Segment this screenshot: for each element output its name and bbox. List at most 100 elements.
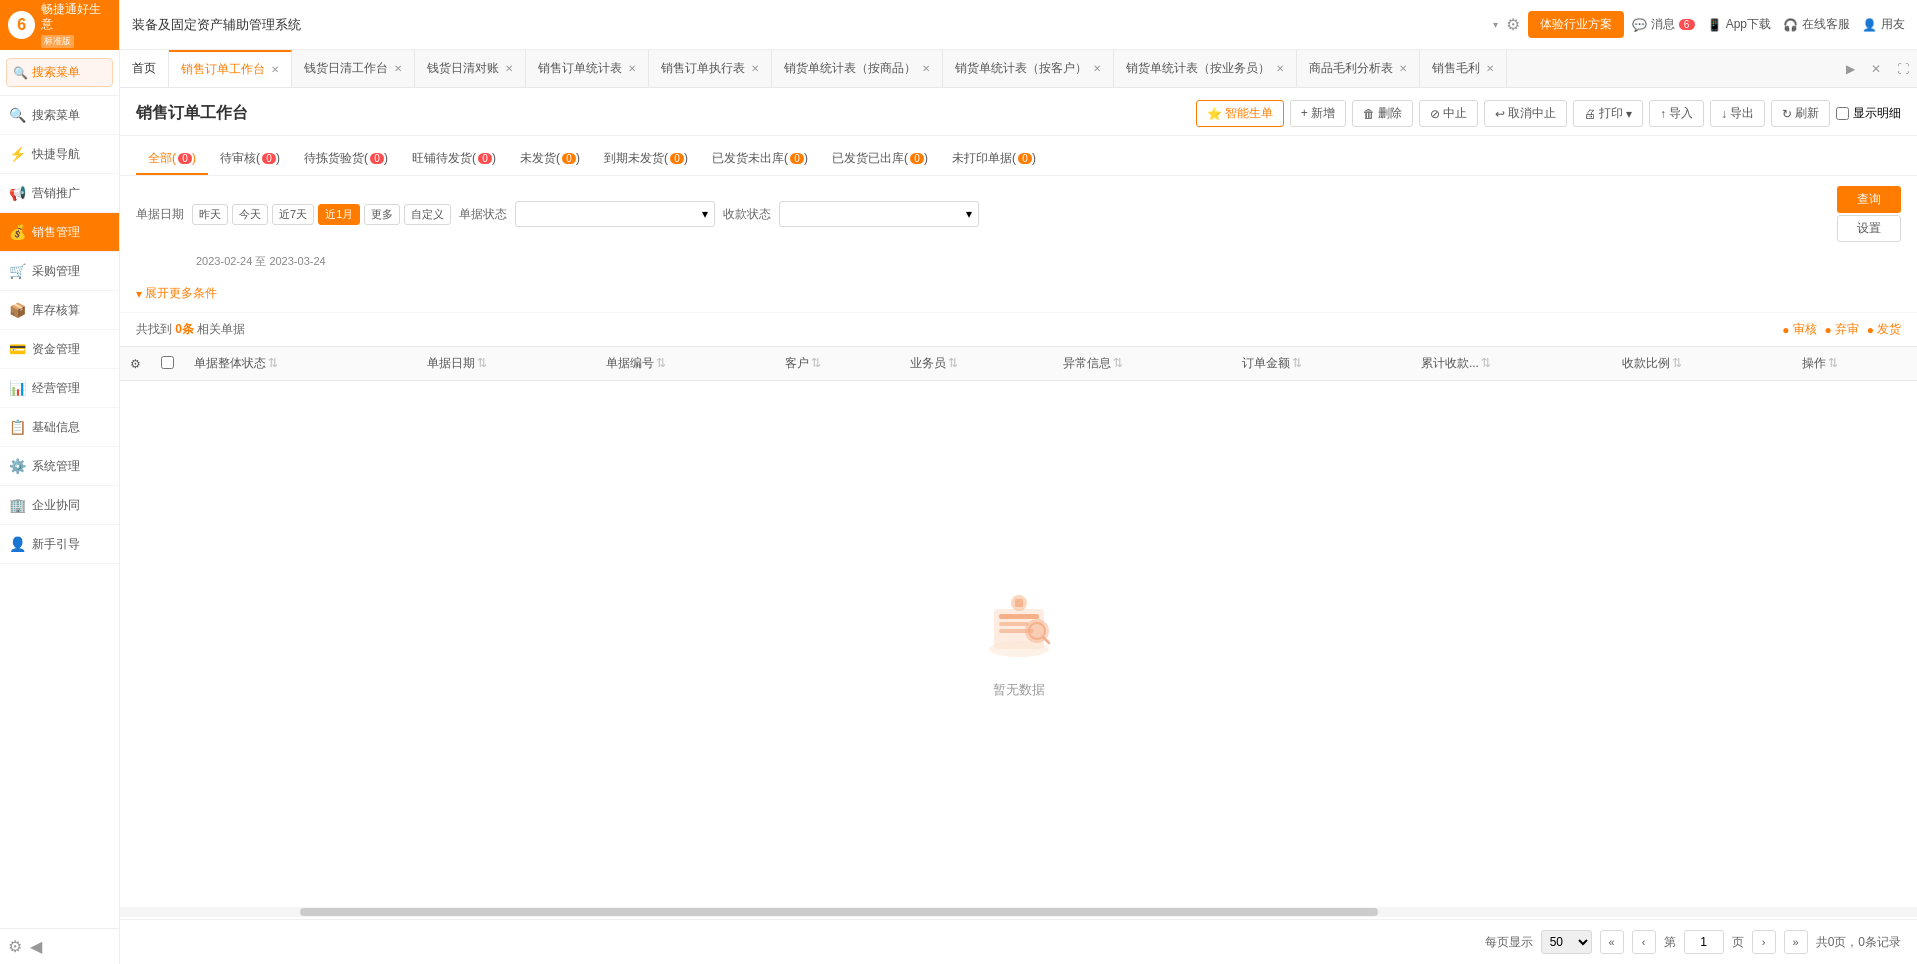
sub-tab-not-shipped[interactable]: 未发货(0): [508, 144, 592, 175]
tab-maximize-btn[interactable]: ⛶: [1889, 50, 1917, 88]
import-btn[interactable]: ↑ 导入: [1649, 100, 1704, 127]
tab-sales-summary-staff[interactable]: 销货单统计表（按业务员）✕: [1114, 50, 1297, 88]
sub-tab-all[interactable]: 全部(0): [136, 144, 208, 175]
sidebar-item-quick-nav[interactable]: ⚡快捷导航: [0, 135, 119, 174]
sort-icon-number[interactable]: ⇅: [656, 356, 666, 370]
tab-sales-profit[interactable]: 销售毛利✕: [1420, 50, 1507, 88]
sort-icon-amount[interactable]: ⇅: [1292, 356, 1302, 370]
sidebar-item-enterprise[interactable]: 🏢企业协同: [0, 486, 119, 525]
page-input[interactable]: [1684, 930, 1724, 954]
sort-icon-status[interactable]: ⇅: [268, 356, 278, 370]
show-detail-checkbox[interactable]: [1836, 107, 1849, 120]
sidebar-item-newbie[interactable]: 👤新手引导: [0, 525, 119, 564]
sub-tab-wangpu-pending[interactable]: 旺铺待发货(0): [400, 144, 508, 175]
col-checkbox[interactable]: [151, 347, 184, 381]
system-dropdown-arrow[interactable]: ▾: [1493, 19, 1498, 30]
tab-close-sales-summary-product[interactable]: ✕: [922, 63, 930, 74]
select-all-checkbox[interactable]: [161, 356, 174, 369]
sub-tab-expired-not-shipped[interactable]: 到期未发货(0): [592, 144, 700, 175]
status-select[interactable]: ▾: [515, 201, 715, 227]
date-quick-btn-昨天[interactable]: 昨天: [192, 204, 228, 225]
horizontal-scrollbar[interactable]: [120, 907, 1917, 917]
tab-cash-reconcile[interactable]: 钱货日清对账✕: [415, 50, 526, 88]
sub-tab-shipped-out[interactable]: 已发货已出库(0): [820, 144, 940, 175]
tab-close-sales-execute[interactable]: ✕: [751, 63, 759, 74]
query-btn[interactable]: 查询: [1837, 186, 1901, 213]
message-btn[interactable]: 💬 消息 6: [1632, 16, 1695, 33]
col-settings[interactable]: ⚙: [120, 347, 151, 381]
payment-select[interactable]: ▾: [779, 201, 979, 227]
tab-close-cash-reconcile[interactable]: ✕: [505, 63, 513, 74]
suspend-btn[interactable]: ⊘ 中止: [1419, 100, 1478, 127]
prev-page-btn[interactable]: ‹: [1632, 930, 1656, 954]
sort-icon-customer[interactable]: ⇅: [811, 356, 821, 370]
show-detail-checkbox-label[interactable]: 显示明细: [1836, 105, 1901, 122]
date-quick-btn-自定义[interactable]: 自定义: [404, 204, 451, 225]
tab-cash-daily[interactable]: 钱货日清工作台✕: [292, 50, 415, 88]
expand-btn[interactable]: ▾ 展开更多条件: [136, 285, 217, 302]
sidebar-item-system[interactable]: ⚙️系统管理: [0, 447, 119, 486]
sidebar-item-finance[interactable]: 💳资金管理: [0, 330, 119, 369]
sidebar-item-purchase[interactable]: 🛒采购管理: [0, 252, 119, 291]
tab-home[interactable]: 首页: [120, 50, 169, 88]
smart-create-btn[interactable]: ⭐ 智能生单: [1196, 100, 1284, 127]
next-page-btn[interactable]: ›: [1752, 930, 1776, 954]
tab-sales-summary-customer[interactable]: 销货单统计表（按客户）✕: [943, 50, 1114, 88]
search-menu-button[interactable]: 🔍 搜索菜单: [6, 58, 113, 87]
tab-close-sales-stats[interactable]: ✕: [628, 63, 636, 74]
sidebar-item-inventory[interactable]: 📦库存核算: [0, 291, 119, 330]
date-quick-btn-近1月[interactable]: 近1月: [318, 204, 360, 225]
per-page-select[interactable]: 50 10 20 100: [1541, 930, 1592, 954]
sub-tab-pending-review[interactable]: 待审核(0): [208, 144, 292, 175]
settings-button[interactable]: ⚙: [8, 937, 22, 956]
tab-more-btn[interactable]: ▶: [1838, 50, 1863, 88]
ship-btn[interactable]: ● 发货: [1867, 321, 1901, 338]
sort-icon-ratio[interactable]: ⇅: [1672, 356, 1682, 370]
tab-close-gross-profit[interactable]: ✕: [1399, 63, 1407, 74]
sub-tab-shipped-not-out[interactable]: 已发货未出库(0): [700, 144, 820, 175]
sidebar-item-operations[interactable]: 📊经营管理: [0, 369, 119, 408]
delete-btn[interactable]: 🗑 删除: [1352, 100, 1413, 127]
tab-close-all-btn[interactable]: ✕: [1863, 50, 1889, 88]
sort-icon-staff[interactable]: ⇅: [948, 356, 958, 370]
sidebar-item-search[interactable]: 🔍搜索菜单: [0, 96, 119, 135]
date-quick-btn-近7天[interactable]: 近7天: [272, 204, 314, 225]
date-quick-btn-今天[interactable]: 今天: [232, 204, 268, 225]
add-btn[interactable]: + 新增: [1290, 100, 1346, 127]
tab-gross-profit[interactable]: 商品毛利分析表✕: [1297, 50, 1420, 88]
cancel-suspend-btn[interactable]: ↩ 取消中止: [1484, 100, 1567, 127]
refresh-btn[interactable]: ↻ 刷新: [1771, 100, 1830, 127]
sub-tab-not-printed[interactable]: 未打印单据(0): [940, 144, 1048, 175]
user-btn[interactable]: 👤 用友: [1862, 16, 1905, 33]
header-settings-icon[interactable]: ⚙: [1506, 15, 1520, 34]
tab-sales-stats[interactable]: 销售订单统计表✕: [526, 50, 649, 88]
sort-icon-exception[interactable]: ⇅: [1113, 356, 1123, 370]
revoke-btn[interactable]: ● 弃审: [1825, 321, 1859, 338]
sort-icon-collected[interactable]: ⇅: [1481, 356, 1491, 370]
export-btn[interactable]: ↓ 导出: [1710, 100, 1765, 127]
tab-close-sales-order-workbench[interactable]: ✕: [271, 64, 279, 75]
sidebar-item-marketing[interactable]: 📢营销推广: [0, 174, 119, 213]
first-page-btn[interactable]: «: [1600, 930, 1624, 954]
online-service-btn[interactable]: 🎧 在线客服: [1783, 16, 1850, 33]
industry-btn[interactable]: 体验行业方案: [1528, 11, 1624, 38]
tab-close-sales-summary-customer[interactable]: ✕: [1093, 63, 1101, 74]
tab-sales-summary-product[interactable]: 销货单统计表（按商品）✕: [772, 50, 943, 88]
tab-sales-execute[interactable]: 销售订单执行表✕: [649, 50, 772, 88]
last-page-btn[interactable]: »: [1784, 930, 1808, 954]
app-download-btn[interactable]: 📱 App下载: [1707, 16, 1771, 33]
collapse-button[interactable]: ◀: [30, 937, 42, 956]
sort-icon-action[interactable]: ⇅: [1828, 356, 1838, 370]
set-btn[interactable]: 设置: [1837, 215, 1901, 242]
tab-close-cash-daily[interactable]: ✕: [394, 63, 402, 74]
sort-icon-date[interactable]: ⇅: [477, 356, 487, 370]
tab-close-sales-profit[interactable]: ✕: [1486, 63, 1494, 74]
scrollbar-thumb[interactable]: [300, 908, 1378, 916]
sidebar-item-basic-info[interactable]: 📋基础信息: [0, 408, 119, 447]
print-btn[interactable]: 🖨 打印 ▾: [1573, 100, 1643, 127]
tab-close-sales-summary-staff[interactable]: ✕: [1276, 63, 1284, 74]
tab-sales-order-workbench[interactable]: 销售订单工作台✕: [169, 50, 292, 88]
sub-tab-pending-inspect[interactable]: 待拣货验货(0): [292, 144, 400, 175]
date-quick-btn-更多[interactable]: 更多: [364, 204, 400, 225]
sidebar-item-sales[interactable]: 💰销售管理: [0, 213, 119, 252]
